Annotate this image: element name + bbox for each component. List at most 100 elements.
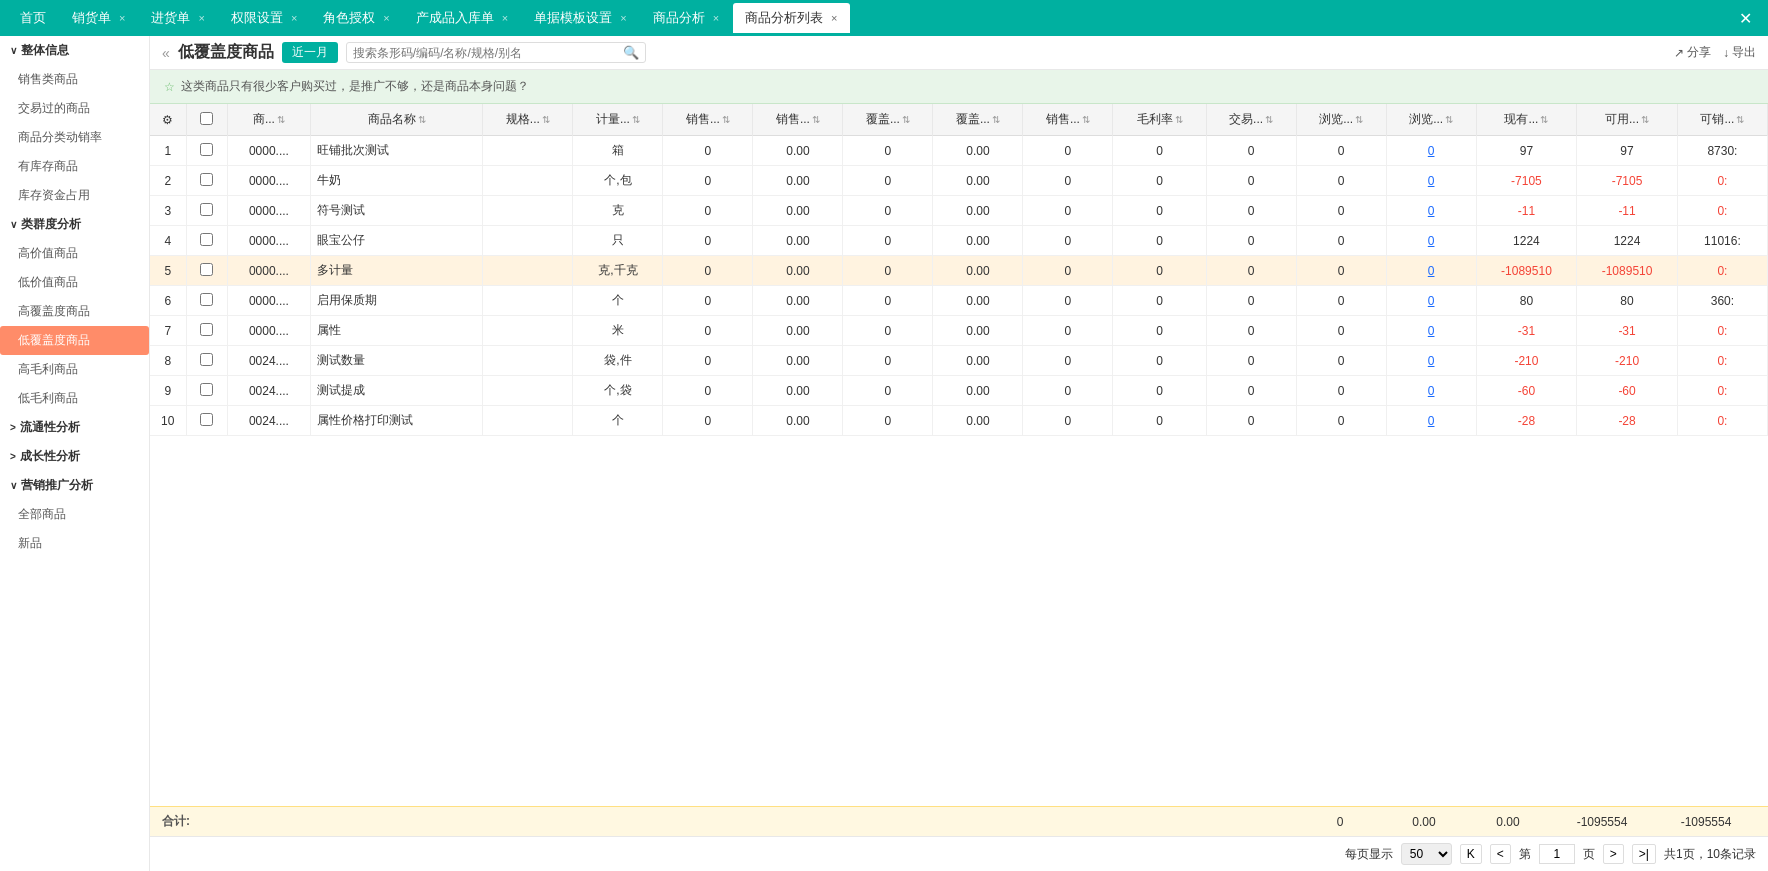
nav-tab-permissions[interactable]: 权限设置 × [219,3,309,33]
close-analysis-list-icon[interactable]: × [831,12,837,24]
table-cell: 个 [573,406,663,436]
table-cell[interactable] [186,166,227,196]
table-cell[interactable] [186,256,227,286]
table-cell[interactable]: 0 [1386,136,1476,166]
sidebar-item-stock-capital[interactable]: 库存资金占用 [0,181,149,210]
sidebar-collapse-button[interactable]: « [162,45,170,61]
table-cell: 个,包 [573,166,663,196]
th-stock2[interactable]: 可用...⇅ [1577,104,1678,136]
th-checkbox[interactable] [186,104,227,136]
nav-tab-template[interactable]: 单据模板设置 × [522,3,638,33]
prev-page-button[interactable]: < [1490,844,1511,864]
close-analysis-icon[interactable]: × [713,12,719,24]
table-row: 10000....旺铺批次测试箱00.0000.000000097978730: [150,136,1768,166]
close-all-button[interactable]: ✕ [1731,9,1760,28]
th-sales1[interactable]: 销售...⇅ [663,104,753,136]
th-cover2[interactable]: 覆盖...⇅ [933,104,1023,136]
table-cell[interactable] [186,376,227,406]
nav-tab-purchase[interactable]: 进货单 × [139,3,216,33]
first-page-button[interactable]: K [1460,844,1482,864]
table-cell[interactable]: 0 [1386,376,1476,406]
table-cell[interactable] [186,196,227,226]
table-cell: 0 [1023,256,1113,286]
main-layout: ∨ 整体信息 销售类商品 交易过的商品 商品分类动销率 有库存商品 库存资金占用… [0,36,1768,871]
th-cover1[interactable]: 覆盖...⇅ [843,104,933,136]
th-stock1[interactable]: 现有...⇅ [1476,104,1577,136]
share-button[interactable]: ↗ 分享 [1674,44,1711,61]
nav-tab-home[interactable]: 首页 [8,3,58,33]
nav-tab-warehouse[interactable]: 产成品入库单 × [404,3,520,33]
th-name[interactable]: 商品名称⇅ [311,104,483,136]
table-cell[interactable]: 0 [1386,316,1476,346]
select-all-checkbox[interactable] [200,112,213,125]
period-button[interactable]: 近一月 [282,42,338,63]
th-margin[interactable]: 毛利率⇅ [1113,104,1206,136]
table-cell: 0.00 [753,286,843,316]
table-cell[interactable]: 0 [1386,256,1476,286]
sidebar-item-in-stock[interactable]: 有库存商品 [0,152,149,181]
table-cell[interactable]: 0 [1386,406,1476,436]
table-cell[interactable] [186,346,227,376]
close-sales-icon[interactable]: × [119,12,125,24]
sidebar-item-low-coverage[interactable]: 低覆盖度商品 [0,326,149,355]
close-warehouse-icon[interactable]: × [502,12,508,24]
sidebar-section-liquidity[interactable]: > 流通性分析 [0,413,149,442]
th-browse2[interactable]: 浏览...⇅ [1386,104,1476,136]
table-cell[interactable]: 0 [1386,196,1476,226]
th-browse1[interactable]: 浏览...⇅ [1296,104,1386,136]
sidebar-item-all-goods[interactable]: 全部商品 [0,500,149,529]
table-cell[interactable]: 0 [1386,286,1476,316]
table-cell: 箱 [573,136,663,166]
sidebar-section-marketing[interactable]: ∨ 营销推广分析 [0,471,149,500]
table-cell[interactable] [186,406,227,436]
export-button[interactable]: ↓ 导出 [1723,44,1756,61]
sidebar-item-low-value[interactable]: 低价值商品 [0,268,149,297]
table-cell: 0.00 [753,166,843,196]
table-cell[interactable] [186,316,227,346]
table-cell: 符号测试 [311,196,483,226]
th-trade[interactable]: 交易...⇅ [1206,104,1296,136]
table-row: 70000....属性米00.0000.0000000-31-310: [150,316,1768,346]
sidebar-section-growth[interactable]: > 成长性分析 [0,442,149,471]
table-cell[interactable]: 0 [1386,346,1476,376]
search-input[interactable] [353,46,619,60]
page-input[interactable] [1539,844,1575,864]
sidebar-item-low-margin[interactable]: 低毛利商品 [0,384,149,413]
sidebar-item-high-coverage[interactable]: 高覆盖度商品 [0,297,149,326]
nav-tab-roles[interactable]: 角色授权 × [311,3,401,33]
sidebar-item-traded-goods[interactable]: 交易过的商品 [0,94,149,123]
sidebar-item-new-goods[interactable]: 新品 [0,529,149,558]
table-cell[interactable] [186,286,227,316]
page-size-select[interactable]: 50 20 100 [1401,843,1452,865]
close-permissions-icon[interactable]: × [291,12,297,24]
table-cell: 0 [663,256,753,286]
nav-tab-analysis-list[interactable]: 商品分析列表 × [733,3,849,33]
table-header-row: ⚙ 商...⇅ 商品名称⇅ 规格...⇅ 计量...⇅ 销售...⇅ 销售...… [150,104,1768,136]
th-stock3[interactable]: 可销...⇅ [1677,104,1767,136]
nav-tab-analysis[interactable]: 商品分析 × [641,3,731,33]
table-cell[interactable]: 0 [1386,226,1476,256]
th-sales3[interactable]: 销售...⇅ [1023,104,1113,136]
footer-sales2: 0.00 [1384,815,1464,829]
th-code[interactable]: 商...⇅ [227,104,311,136]
sidebar-item-high-margin[interactable]: 高毛利商品 [0,355,149,384]
close-roles-icon[interactable]: × [383,12,389,24]
table-cell[interactable]: 0 [1386,166,1476,196]
th-spec[interactable]: 规格...⇅ [483,104,573,136]
sidebar-item-category-rate[interactable]: 商品分类动销率 [0,123,149,152]
nav-tab-sales[interactable]: 销货单 × [60,3,137,33]
sidebar-section-cluster[interactable]: ∨ 类群度分析 [0,210,149,239]
table-cell[interactable] [186,136,227,166]
close-purchase-icon[interactable]: × [198,12,204,24]
th-sales2[interactable]: 销售...⇅ [753,104,843,136]
th-unit[interactable]: 计量...⇅ [573,104,663,136]
th-settings[interactable]: ⚙ [150,104,186,136]
close-template-icon[interactable]: × [620,12,626,24]
arrow-icon-overall: ∨ [10,45,17,56]
sidebar-section-overall[interactable]: ∨ 整体信息 [0,36,149,65]
next-page-button[interactable]: > [1603,844,1624,864]
last-page-button[interactable]: >| [1632,844,1656,864]
sidebar-item-high-value[interactable]: 高价值商品 [0,239,149,268]
table-cell[interactable] [186,226,227,256]
sidebar-item-sales-goods[interactable]: 销售类商品 [0,65,149,94]
